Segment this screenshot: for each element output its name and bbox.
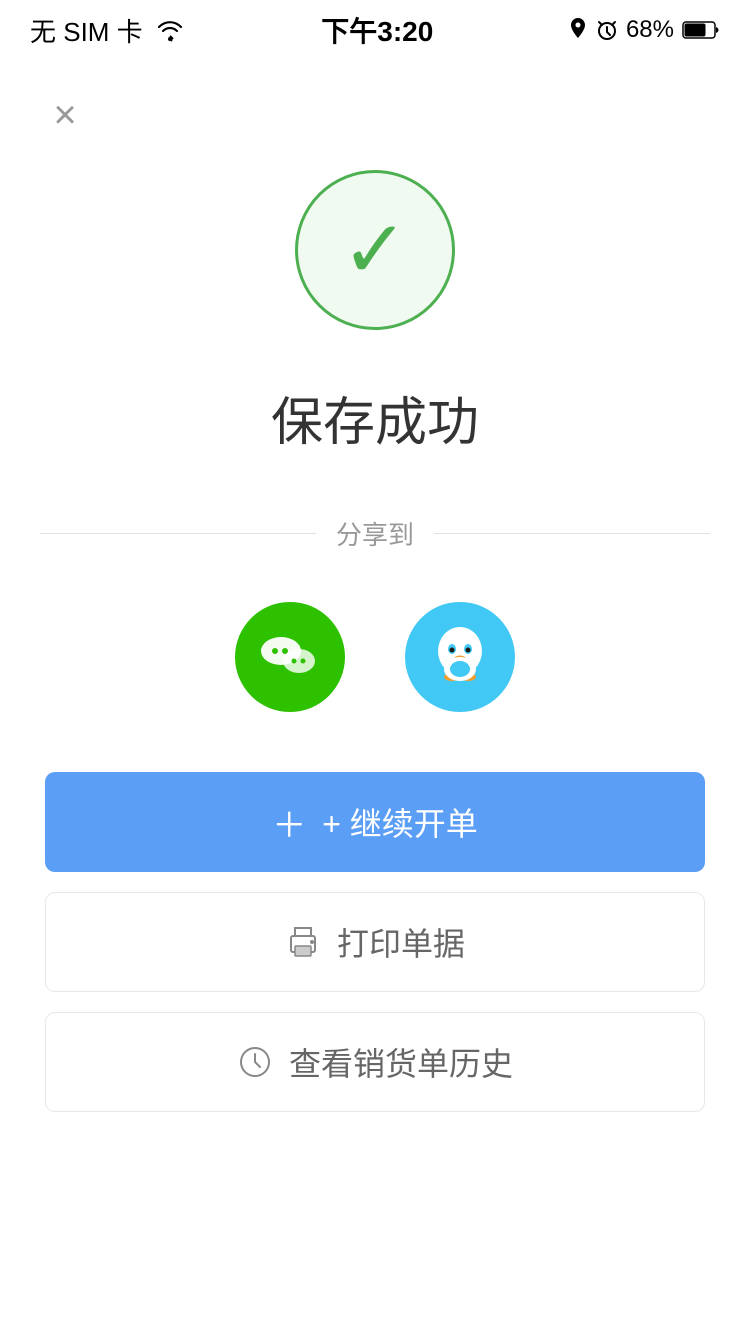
checkmark-icon: ✓ [341, 210, 408, 290]
status-bar: 无 SIM 卡 下午3:20 68% [0, 0, 750, 60]
divider-line-right [434, 533, 710, 534]
share-label: 分享到 [316, 515, 434, 552]
history-icon [237, 1044, 273, 1080]
wechat-share-button[interactable] [235, 602, 345, 712]
success-circle: ✓ [295, 170, 455, 330]
close-button[interactable]: × [40, 90, 90, 140]
status-time: 下午3:20 [321, 10, 433, 50]
qq-icon [428, 623, 492, 691]
print-button[interactable]: 打印单据 [45, 892, 705, 992]
history-label: 查看销货单历史 [289, 1039, 513, 1085]
no-sim-text: 无 SIM 卡 [30, 12, 143, 49]
action-buttons: ＋ + 继续开单 打印单据 查看销货单历史 [45, 772, 705, 1112]
wechat-icon [257, 629, 323, 685]
battery-icon [682, 20, 720, 40]
wifi-icon [153, 18, 187, 42]
continue-button[interactable]: ＋ + 继续开单 [45, 772, 705, 872]
divider-line-left [40, 533, 316, 534]
share-icons [235, 602, 515, 712]
success-title: 保存成功 [271, 380, 479, 455]
alarm-icon [596, 18, 618, 42]
print-icon [285, 924, 321, 960]
status-left: 无 SIM 卡 [30, 12, 187, 49]
qq-share-button[interactable] [405, 602, 515, 712]
continue-label: + 继续开单 [322, 799, 478, 845]
share-divider: 分享到 [0, 515, 750, 552]
plus-icon: ＋ [272, 798, 306, 847]
battery-text: 68% [626, 16, 674, 44]
main-content: ✓ 保存成功 分享到 [0, 110, 750, 1334]
print-label: 打印单据 [337, 919, 465, 965]
close-icon: × [53, 95, 76, 135]
history-button[interactable]: 查看销货单历史 [45, 1012, 705, 1112]
status-right: 68% [568, 16, 720, 44]
share-section: 分享到 [0, 515, 750, 712]
location-icon [568, 18, 588, 42]
